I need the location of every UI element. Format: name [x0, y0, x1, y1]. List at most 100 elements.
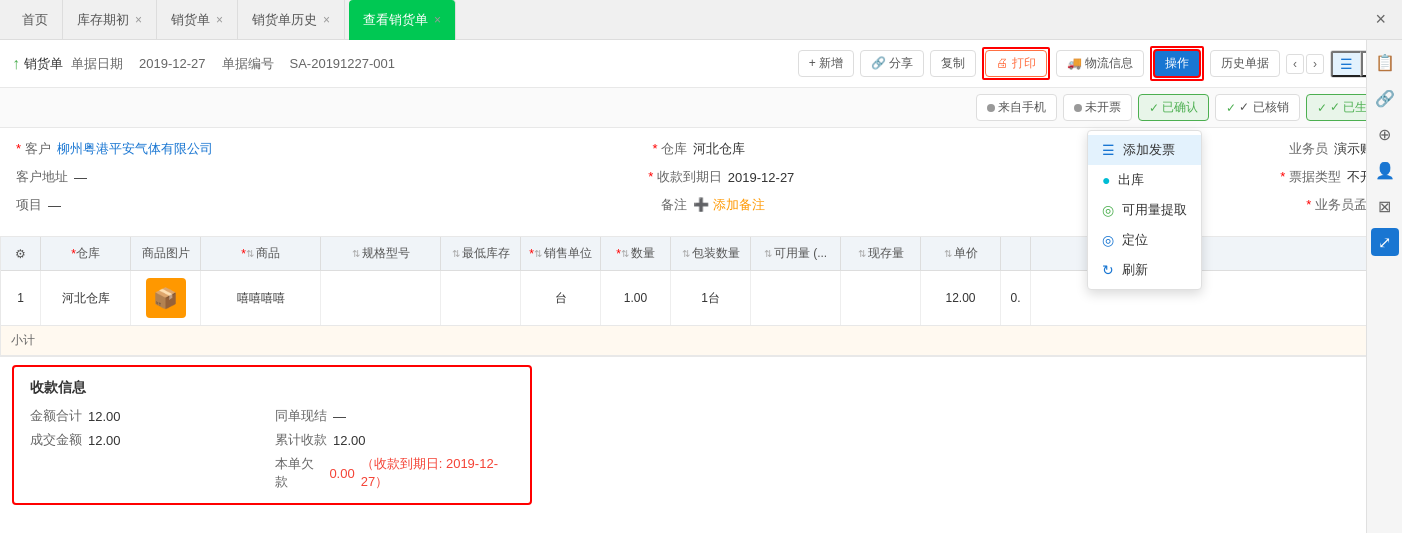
- address-field: 客户地址 —: [16, 168, 624, 186]
- total-item: 金额合计 12.00: [30, 407, 269, 425]
- customer-value[interactable]: 柳州粤港平安气体有限公司: [57, 140, 213, 158]
- td-row-num: 1: [1, 271, 41, 325]
- th-setting: ⚙: [1, 237, 41, 270]
- tab-view-sales-label: 查看销货单: [363, 11, 428, 29]
- action-bar: 来自手机 未开票 ✓ 已确认 ✓ ✓ 已核销 ✓ ✓ 已生效: [0, 88, 1402, 128]
- sidebar-user-icon[interactable]: 👤: [1371, 156, 1399, 184]
- from-phone-button[interactable]: 来自手机: [976, 94, 1057, 121]
- add-invoice-icon: ☰: [1102, 142, 1115, 158]
- td-spec: [321, 271, 441, 325]
- customer-field: 客户 柳州粤港平安气体有限公司: [16, 140, 629, 158]
- avail-extract-label: 可用量提取: [1122, 201, 1187, 219]
- warehouse-value: 河北仓库: [693, 140, 745, 158]
- toolbar-right: + 新增 🔗 分享 复制 🖨 打印 🚚 物流信息 操作 历史单据 ‹ › ☰ ⊞: [798, 46, 1390, 81]
- dropdown-locate[interactable]: ◎ 定位: [1088, 225, 1201, 255]
- dropdown-add-invoice[interactable]: ☰ 添加发票: [1088, 135, 1201, 165]
- cancelled-button[interactable]: ✓ ✓ 已核销: [1215, 94, 1299, 121]
- from-phone-label: 来自手机: [998, 99, 1046, 116]
- tab-inventory[interactable]: 库存期初 ×: [63, 0, 157, 40]
- owed-value: 0.00: [329, 466, 354, 481]
- cumulative-value: 12.00: [333, 433, 366, 448]
- warehouse-label: 仓库: [653, 140, 688, 158]
- tab-home[interactable]: 首页: [8, 0, 63, 40]
- same-order-value: —: [333, 409, 346, 424]
- prev-button[interactable]: ‹: [1286, 54, 1304, 74]
- th-spec: ⇅规格型号: [321, 237, 441, 270]
- project-field: 项目 —: [16, 196, 637, 214]
- th-extra: [1001, 237, 1031, 270]
- total-label: 金额合计: [30, 407, 82, 425]
- add-invoice-label: 添加发票: [1123, 141, 1175, 159]
- history-button[interactable]: 历史单据: [1210, 50, 1280, 77]
- tab-sales-close[interactable]: ×: [216, 13, 223, 27]
- th-pack-qty: ⇅包装数量: [671, 237, 751, 270]
- dropdown-avail-extract[interactable]: ◎ 可用量提取: [1088, 195, 1201, 225]
- window-close-button[interactable]: ×: [1367, 9, 1394, 30]
- address-label: 客户地址: [16, 168, 68, 186]
- next-button[interactable]: ›: [1306, 54, 1324, 74]
- tab-history[interactable]: 销货单历史 ×: [238, 0, 345, 40]
- note-add-button[interactable]: ➕ 添加备注: [693, 196, 765, 214]
- operation-dropdown: ☰ 添加发票 ● 出库 ◎ 可用量提取 ◎ 定位 ↻ 刷新: [1087, 130, 1202, 290]
- tab-inventory-label: 库存期初: [77, 11, 129, 29]
- th-price: ⇅单价: [921, 237, 1001, 270]
- date-value: 2019-12-27: [139, 56, 206, 71]
- th-qty: ⇅数量: [601, 237, 671, 270]
- document-area: ↑ 销货单 单据日期 2019-12-27 单据编号 SA-20191227-0…: [0, 40, 1402, 533]
- sidebar-plus-icon[interactable]: ⊕: [1371, 120, 1399, 148]
- td-qty: 1.00: [601, 271, 671, 325]
- th-stock: ⇅现存量: [841, 237, 921, 270]
- copy-button[interactable]: 复制: [930, 50, 976, 77]
- dropdown-outbound[interactable]: ● 出库: [1088, 165, 1201, 195]
- confirmed-button[interactable]: ✓ 已确认: [1138, 94, 1209, 121]
- tab-view-sales-close[interactable]: ×: [434, 13, 441, 27]
- td-stock: [841, 271, 921, 325]
- td-extra: 0.: [1001, 271, 1031, 325]
- td-pack-qty: 1台: [671, 271, 751, 325]
- dropdown-refresh[interactable]: ↻ 刷新: [1088, 255, 1201, 285]
- td-avail: [751, 271, 841, 325]
- operation-button[interactable]: 操作: [1153, 49, 1201, 78]
- share-button[interactable]: 🔗 分享: [860, 50, 924, 77]
- td-sales-unit: 台: [521, 271, 601, 325]
- outbound-icon: ●: [1102, 172, 1110, 188]
- sidebar-expand-icon[interactable]: ⤢: [1371, 228, 1399, 256]
- tab-home-label: 首页: [22, 11, 48, 29]
- tab-inventory-close[interactable]: ×: [135, 13, 142, 27]
- subtotal-label: 小计: [1, 326, 45, 355]
- owed-note: （收款到期日: 2019-12-27）: [361, 455, 514, 491]
- tab-bar: 首页 库存期初 × 销货单 × 销货单历史 × 查看销货单 × ×: [0, 0, 1402, 40]
- confirmed-label: 已确认: [1162, 99, 1198, 116]
- print-button[interactable]: 🖨 打印: [985, 50, 1046, 77]
- table-subtotal-row: 小计: [1, 326, 1401, 356]
- tab-history-close[interactable]: ×: [323, 13, 330, 27]
- project-value: —: [48, 198, 61, 213]
- effected-check: ✓: [1317, 101, 1327, 115]
- not-open-dot: [1074, 104, 1082, 112]
- owed-label: 本单欠款: [275, 455, 323, 491]
- toolbar-left: ↑ 销货单 单据日期 2019-12-27 单据编号 SA-20191227-0…: [12, 55, 794, 73]
- note-label: 备注: [661, 196, 687, 214]
- td-product: 嘻嘻嘻嘻: [201, 271, 321, 325]
- operation-highlight: 操作: [1150, 46, 1204, 81]
- list-view-button[interactable]: ☰: [1331, 51, 1361, 77]
- th-image: 商品图片: [131, 237, 201, 270]
- locate-icon: ◎: [1102, 232, 1114, 248]
- product-image: 📦: [146, 278, 186, 318]
- tab-history-label: 销货单历史: [252, 11, 317, 29]
- th-sales-unit: ⇅销售单位: [521, 237, 601, 270]
- tab-sales[interactable]: 销货单 ×: [157, 0, 238, 40]
- project-label: 项目: [16, 196, 42, 214]
- doc-meta: 单据日期 2019-12-27 单据编号 SA-20191227-001: [71, 55, 395, 73]
- tab-view-sales[interactable]: 查看销货单 ×: [349, 0, 456, 40]
- salesperson-label: 业务员孟: [1306, 196, 1367, 214]
- not-open-button[interactable]: 未开票: [1063, 94, 1132, 121]
- sidebar-doc-icon[interactable]: 📋: [1371, 48, 1399, 76]
- logistics-button[interactable]: 🚚 物流信息: [1056, 50, 1144, 77]
- sidebar-link-icon[interactable]: 🔗: [1371, 84, 1399, 112]
- new-button[interactable]: + 新增: [798, 50, 854, 77]
- locate-label: 定位: [1122, 231, 1148, 249]
- doc-type: ↑ 销货单: [12, 55, 63, 73]
- toolbar: ↑ 销货单 单据日期 2019-12-27 单据编号 SA-20191227-0…: [0, 40, 1402, 88]
- sidebar-grid-icon[interactable]: ⊠: [1371, 192, 1399, 220]
